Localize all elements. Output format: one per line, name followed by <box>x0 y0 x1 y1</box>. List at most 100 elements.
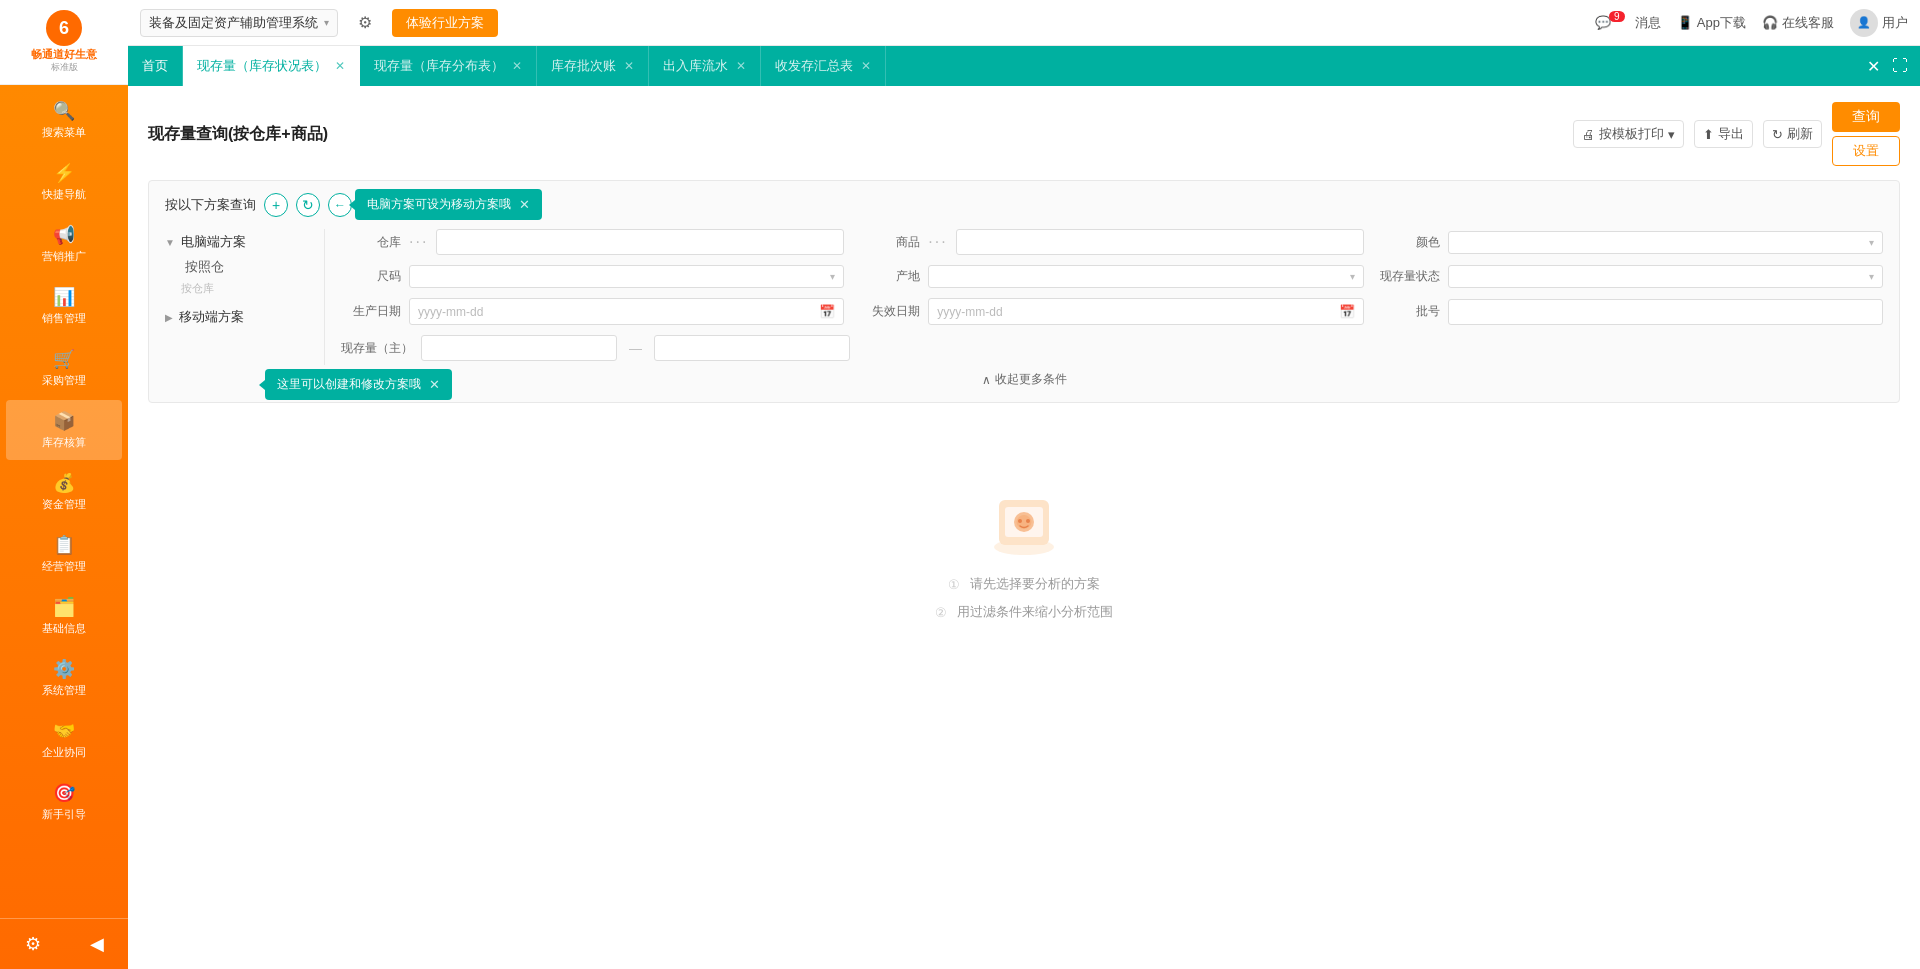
tab-inventory-distribution[interactable]: 现存量（库存分布表） ✕ <box>360 46 537 86</box>
calendar-icon-prod[interactable]: 📅 <box>819 304 835 319</box>
inventory-icon: 📦 <box>53 410 75 432</box>
tab-home[interactable]: 首页 <box>128 46 183 86</box>
sidebar-logo: 6 畅通道好生意 标准版 <box>0 0 128 85</box>
inventory-status-label: 现存量（库存状况表） <box>197 57 327 75</box>
size-label: 尺码 <box>341 268 401 285</box>
tab-bar: 首页 现存量（库存状况表） ✕ 现存量（库存分布表） ✕ 库存批次账 ✕ 出入库… <box>128 46 1920 86</box>
tab-summary[interactable]: 收发存汇总表 ✕ <box>761 46 886 86</box>
tab-close-all-icon[interactable]: ✕ <box>1865 55 1882 78</box>
pc-group-label: 电脑端方案 <box>181 233 246 251</box>
tab-batch-account[interactable]: 库存批次账 ✕ <box>537 46 649 86</box>
sidebar-item-finance[interactable]: 💰 资金管理 <box>6 462 122 522</box>
nav-icon: ⚡ <box>53 162 75 184</box>
sidebar-label-basic: 基础信息 <box>42 621 86 636</box>
sidebar-item-marketing[interactable]: 📢 营销推广 <box>6 214 122 274</box>
online-service-btn[interactable]: 🎧 在线客服 <box>1762 14 1834 32</box>
messages-label: 消息 <box>1635 14 1661 32</box>
search-button[interactable]: 查询 <box>1832 102 1900 132</box>
tooltip-2-close[interactable]: ✕ <box>429 377 440 392</box>
scheme-warehouse[interactable]: 按照仓 <box>185 255 312 279</box>
sidebar-item-basic[interactable]: 🗂️ 基础信息 <box>6 586 122 646</box>
export-label: 导出 <box>1718 125 1744 143</box>
export-button[interactable]: ⬆ 导出 <box>1694 120 1753 148</box>
logo-text: 畅通道好生意 <box>31 48 97 61</box>
batch-input[interactable] <box>1448 299 1883 325</box>
sidebar-item-guide[interactable]: 🎯 新手引导 <box>6 772 122 832</box>
exp-date-input[interactable]: yyyy-mm-dd 📅 <box>928 298 1363 325</box>
sidebar-item-operations[interactable]: 📋 经营管理 <box>6 524 122 584</box>
sidebar-item-system[interactable]: ⚙️ 系统管理 <box>6 648 122 708</box>
print-button[interactable]: 🖨 按模板打印 ▾ <box>1573 120 1684 148</box>
tab-inventory-status[interactable]: 现存量（库存状况表） ✕ <box>183 46 360 86</box>
scheme-pc-group[interactable]: ▼ 电脑端方案 <box>165 229 312 255</box>
add-scheme-btn[interactable]: + <box>264 193 288 217</box>
size-field: 尺码 ▾ <box>341 265 844 288</box>
collapse-more-label: 收起更多条件 <box>995 371 1067 388</box>
tab-inout-flow[interactable]: 出入库流水 ✕ <box>649 46 761 86</box>
sidebar-settings-btn[interactable]: ⚙ <box>21 929 45 959</box>
filter-row-1: 仓库 ··· 商品 ··· 颜色 <box>341 229 1883 255</box>
app-selector[interactable]: 装备及固定资产辅助管理系统 ▾ <box>140 9 338 37</box>
refresh-button[interactable]: ↻ 刷新 <box>1763 120 1822 148</box>
page-title: 现存量查询(按仓库+商品) <box>148 124 328 145</box>
stock-status-select[interactable]: ▾ <box>1448 265 1883 288</box>
sidebar-item-search[interactable]: 🔍 搜索菜单 <box>6 90 122 150</box>
svg-point-4 <box>1018 519 1022 523</box>
warehouse-dots: ··· <box>409 233 428 251</box>
tab-close-summary[interactable]: ✕ <box>861 59 871 73</box>
warehouse-input[interactable] <box>436 229 844 255</box>
tab-fullscreen-icon[interactable]: ⛶ <box>1890 55 1910 77</box>
stock-main-input[interactable] <box>421 335 617 361</box>
summary-label: 收发存汇总表 <box>775 57 853 75</box>
warehouse-label: 仓库 <box>341 234 401 251</box>
goods-field: 商品 ··· <box>860 229 1363 255</box>
prod-date-input[interactable]: yyyy-mm-dd 📅 <box>409 298 844 325</box>
origin-select-arrow: ▾ <box>1350 271 1355 282</box>
origin-select[interactable]: ▾ <box>928 265 1363 288</box>
stock-status-select-arrow: ▾ <box>1869 271 1874 282</box>
sidebar-item-purchase[interactable]: 🛒 采购管理 <box>6 338 122 398</box>
sidebar-collapse-btn[interactable]: ◀ <box>86 929 108 959</box>
mobile-group-label: 移动端方案 <box>179 308 244 326</box>
user-btn[interactable]: 👤 用户 <box>1850 9 1908 37</box>
tab-close-inout-flow[interactable]: ✕ <box>736 59 746 73</box>
sidebar-item-collab[interactable]: 🤝 企业协同 <box>6 710 122 770</box>
gear-button[interactable]: ⚙ <box>350 8 380 38</box>
goods-label: 商品 <box>860 234 920 251</box>
app-download-label: App下载 <box>1697 14 1746 32</box>
tooltip-2-text: 这里可以创建和修改方案哦 <box>277 376 421 393</box>
pc-arrow-icon: ▼ <box>165 237 175 248</box>
size-select[interactable]: ▾ <box>409 265 844 288</box>
user-label: 用户 <box>1882 14 1908 32</box>
page-content: 现存量查询(按仓库+商品) 🖨 按模板打印 ▾ ⬆ 导出 ↻ 刷新 <box>128 86 1920 969</box>
stock-main-input-end[interactable] <box>654 335 850 361</box>
color-select[interactable]: ▾ <box>1448 231 1883 254</box>
scheme-mobile-group[interactable]: ▶ 移动端方案 <box>165 304 312 330</box>
inventory-distribution-label: 现存量（库存分布表） <box>374 57 504 75</box>
guide-icon: 🎯 <box>53 782 75 804</box>
print-label: 按模板打印 <box>1599 125 1664 143</box>
tab-close-inventory-status[interactable]: ✕ <box>335 59 345 73</box>
sidebar-item-inventory[interactable]: 📦 库存核算 <box>6 400 122 460</box>
empty-hint-1-text: 请先选择要分析的方案 <box>970 575 1100 593</box>
collab-icon: 🤝 <box>53 720 75 742</box>
sidebar-label-search: 搜索菜单 <box>42 125 86 140</box>
calendar-icon-exp[interactable]: 📅 <box>1339 304 1355 319</box>
refresh-scheme-btn[interactable]: ↻ <box>296 193 320 217</box>
app-download-btn[interactable]: 📱 App下载 <box>1677 14 1746 32</box>
industry-button[interactable]: 体验行业方案 <box>392 9 498 37</box>
tooltip-1-close[interactable]: ✕ <box>519 197 530 212</box>
tab-close-inventory-distribution[interactable]: ✕ <box>512 59 522 73</box>
sidebar-label-marketing: 营销推广 <box>42 249 86 264</box>
prod-date-label: 生产日期 <box>341 303 401 320</box>
sidebar-item-sales[interactable]: 📊 销售管理 <box>6 276 122 336</box>
settings-button[interactable]: 设置 <box>1832 136 1900 166</box>
refresh-icon: ↻ <box>1772 127 1783 142</box>
tab-close-batch-account[interactable]: ✕ <box>624 59 634 73</box>
scheme-tree-panel: ▼ 电脑端方案 按照仓 按仓库 ▶ 移动端方案 这里 <box>165 229 325 365</box>
filter-row-3: 生产日期 yyyy-mm-dd 📅 失效日期 yyyy-mm-dd <box>341 298 1883 325</box>
goods-input[interactable] <box>956 229 1364 255</box>
sidebar-item-nav[interactable]: ⚡ 快捷导航 <box>6 152 122 212</box>
messages-btn[interactable]: 💬 9 消息 <box>1595 14 1661 32</box>
exp-date-field: 失效日期 yyyy-mm-dd 📅 <box>860 298 1363 325</box>
